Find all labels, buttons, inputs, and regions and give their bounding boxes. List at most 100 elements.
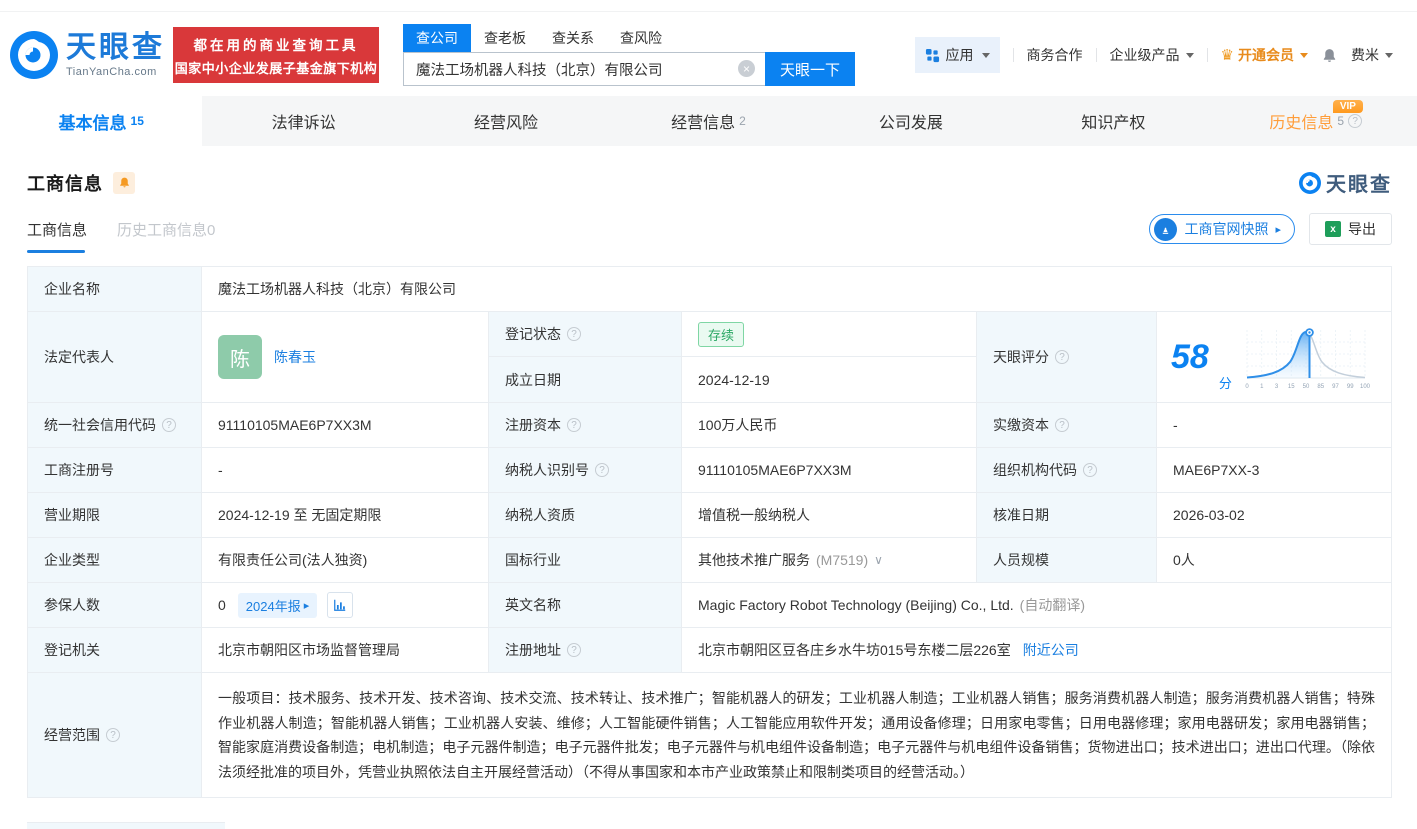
business-scope-label: 经营范围 ? [28, 673, 201, 797]
help-icon[interactable]: ? [567, 418, 581, 432]
insured-trend-button[interactable] [327, 592, 354, 618]
label-text: 实缴资本 [993, 417, 1049, 433]
tab-basic-info[interactable]: 基本信息 15 [0, 96, 203, 146]
subtab-history-business-info[interactable]: 历史工商信息0 [117, 219, 215, 253]
user-menu[interactable]: 费米 [1351, 45, 1393, 65]
nav-enterprise-products[interactable]: 企业级产品 [1110, 45, 1194, 65]
tab-label: 经营风险 [474, 115, 539, 132]
top-nav: 应用 商务合作 企业级产品 ♛ 开通会员 费米 [914, 37, 1393, 73]
chevron-down-icon [1300, 52, 1308, 58]
help-icon[interactable]: ? [567, 643, 581, 657]
chevron-down-icon [1185, 52, 1194, 58]
label-text: 组织机构代码 [993, 462, 1077, 478]
tab-legal-litigation[interactable]: 法律诉讼 [202, 96, 404, 146]
paid-capital-label: 实缴资本 ? [976, 403, 1156, 447]
staff-size-value: 0人 [1156, 538, 1391, 582]
tianyancha-watermark: 天眼查 [1299, 168, 1392, 197]
score-number: 58 [1171, 337, 1209, 376]
divider [1206, 48, 1208, 62]
score-value[interactable]: 58 分 0 1 3 15 50 85 97 99 100 [1156, 312, 1391, 402]
table-row: 法定代表人 陈 陈春玉 登记状态 ? 存续 天眼评分 ? 58 分 0 1 3 … [28, 312, 1391, 403]
help-icon[interactable]: ? [567, 327, 581, 341]
chevron-down-icon[interactable]: ∨ [874, 553, 883, 567]
tab-operating-risk[interactable]: 经营风险 [405, 96, 607, 146]
label-text: 注册资本 [505, 417, 561, 433]
english-name-label: 英文名称 [488, 583, 681, 627]
label-text: 统一社会信用代码 [44, 417, 156, 433]
approval-date-label: 核准日期 [976, 493, 1156, 537]
search-tab-company[interactable]: 查公司 [403, 24, 471, 52]
search-input[interactable] [403, 52, 765, 86]
section-header: 工商信息 天眼查 [0, 146, 1417, 197]
bell-icon [1323, 48, 1336, 62]
nearby-companies-link[interactable]: 附近公司 [1023, 640, 1079, 660]
svg-text:50: 50 [1303, 384, 1310, 390]
score-chart: 0 1 3 15 50 85 97 99 100 [1245, 328, 1371, 390]
export-button[interactable]: x 导出 [1309, 213, 1392, 245]
search-tab-risk[interactable]: 查风险 [607, 24, 675, 52]
search-tab-relation[interactable]: 查关系 [539, 24, 607, 52]
nav-cooperation[interactable]: 商务合作 [1027, 45, 1083, 65]
tianyancha-logo-icon [1299, 171, 1321, 194]
vip-badge: VIP [1332, 100, 1363, 113]
insured-label: 参保人数 [28, 583, 201, 627]
tab-intellectual-property[interactable]: 知识产权 [1012, 96, 1214, 146]
snapshot-label: 工商官网快照 [1184, 221, 1269, 237]
annual-report-label: 2024年报 [245, 598, 301, 614]
table-row: 登记机关 北京市朝阳区市场监督管理局 注册地址 ? 北京市朝阳区豆各庄乡水牛坊0… [28, 628, 1391, 673]
credit-code-value: 91110105MAE6P7XX3M [201, 403, 488, 447]
reg-capital-value: 100万人民币 [681, 403, 976, 447]
slogan-line2: 国家中小企业发展子基金旗下机构 [174, 60, 378, 76]
stamp-icon [1154, 217, 1178, 241]
status-badge: 存续 [698, 321, 745, 347]
nav-open-vip[interactable]: ♛ 开通会员 [1221, 45, 1308, 65]
top-divider [0, 11, 1417, 12]
business-term-label: 营业期限 [28, 493, 201, 537]
arrow-right-icon: ▸ [1275, 223, 1281, 236]
notification-bell[interactable] [1321, 47, 1338, 64]
legal-rep-link[interactable]: 陈春玉 [274, 347, 316, 367]
subtab-business-info[interactable]: 工商信息 [27, 219, 87, 253]
table-row: 工商注册号 - 纳税人识别号 ? 91110105MAE6P7XX3M 组织机构… [28, 448, 1391, 493]
logo-title: 天眼查 [66, 30, 165, 64]
help-icon[interactable]: ? [1055, 350, 1069, 364]
label-text: 经营范围 [44, 727, 100, 743]
official-snapshot-button[interactable]: 工商官网快照 ▸ [1149, 214, 1295, 244]
help-icon[interactable]: ? [106, 728, 120, 742]
tab-company-development[interactable]: 公司发展 [810, 96, 1012, 146]
reg-address-value: 北京市朝阳区豆各庄乡水牛坊015号东楼二层226室 附近公司 [681, 628, 1391, 672]
arrow-right-icon: ▸ [303, 599, 310, 612]
tab-history-info[interactable]: VIP 历史信息 5 ? [1215, 96, 1417, 146]
org-code-value: MAE6P7XX-3 [1156, 448, 1391, 492]
staff-size-label: 人员规模 [976, 538, 1156, 582]
help-icon[interactable]: ? [1083, 463, 1097, 477]
annual-report-badge[interactable]: 2024年报 ▸ [237, 592, 318, 618]
apps-label: 应用 [945, 47, 974, 63]
search-button[interactable]: 天眼一下 [765, 52, 855, 86]
company-type-label: 企业类型 [28, 538, 201, 582]
help-icon[interactable]: ? [595, 463, 609, 477]
logo-domain: TianYanCha.com [66, 65, 157, 78]
taxpayer-quality-label: 纳税人资质 [488, 493, 681, 537]
company-name-label: 企业名称 [28, 267, 201, 311]
monitor-bell-button[interactable] [113, 171, 135, 194]
search-tabs: 查公司 查老板 查关系 查风险 [403, 24, 855, 52]
clear-icon[interactable]: × [738, 60, 755, 77]
tianyancha-logo[interactable]: 天眼查 TianYanCha.com [10, 31, 165, 79]
search-tab-boss[interactable]: 查老板 [471, 24, 539, 52]
industry-value[interactable]: 其他技术推广服务 (M7519) ∨ [681, 538, 976, 582]
reg-authority-value: 北京市朝阳区市场监督管理局 [201, 628, 488, 672]
apps-menu[interactable]: 应用 [914, 37, 1000, 73]
tab-count: 5 [1337, 114, 1345, 128]
reg-authority-label: 登记机关 [28, 628, 201, 672]
org-code-label: 组织机构代码 ? [976, 448, 1156, 492]
tab-label: 知识产权 [1081, 115, 1146, 132]
tab-count: 15 [130, 114, 144, 128]
tab-count: 2 [739, 114, 746, 128]
tab-operating-info[interactable]: 经营信息 2 [607, 96, 809, 146]
help-icon[interactable]: ? [1055, 418, 1069, 432]
avatar[interactable]: 陈 [218, 335, 262, 379]
next-section-peek [27, 822, 225, 829]
help-icon[interactable]: ? [162, 418, 176, 432]
help-icon[interactable]: ? [1348, 114, 1363, 128]
